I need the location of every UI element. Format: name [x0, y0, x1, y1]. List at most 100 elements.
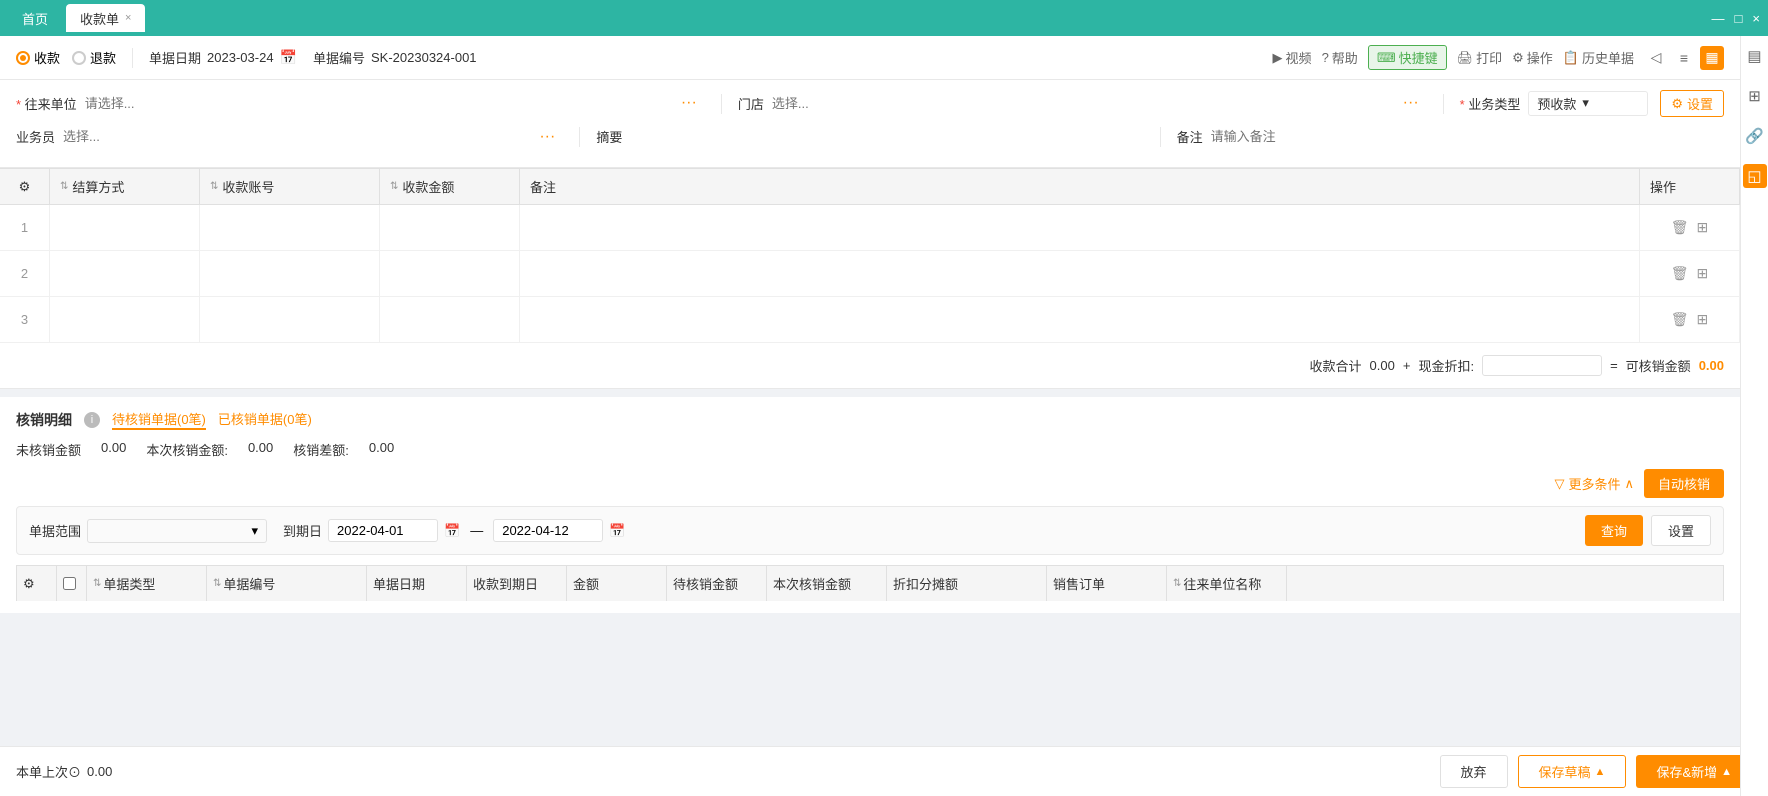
row-1-account[interactable] [200, 205, 380, 250]
radio-receipt-dot [16, 51, 30, 65]
date-label: 到期日 [283, 521, 322, 540]
sidebar-icon-2[interactable]: ⊞ [1743, 84, 1767, 108]
row-3-amount[interactable] [380, 297, 520, 342]
notes-input[interactable] [1209, 125, 1724, 148]
sub-th-date: 单据日期 [367, 566, 467, 601]
tab-receipt-close[interactable]: × [125, 12, 131, 24]
discount-input[interactable] [1482, 355, 1602, 376]
row-1-settlement[interactable] [50, 205, 200, 250]
store-label: 门店 [738, 94, 764, 113]
window-restore[interactable]: □ [1735, 11, 1743, 26]
tab-pending[interactable]: 待核销单据(0笔) [112, 409, 206, 430]
row-2-account[interactable] [200, 251, 380, 296]
discard-btn[interactable]: 放弃 [1440, 755, 1508, 788]
row-2-delete-icon[interactable]: 🗑 [1671, 265, 1689, 282]
reconcile-filter: ▽ 更多条件 ∧ 自动核销 [16, 469, 1724, 498]
sidebar-icon-1[interactable]: ▤ [1743, 44, 1767, 68]
reconcile-info-icon[interactable]: i [84, 412, 100, 428]
row-2-notes[interactable] [520, 251, 1640, 296]
sub-sales-order-label: 销售订单 [1053, 574, 1105, 593]
help-icon: ? [1322, 50, 1329, 65]
form-settings-btn[interactable]: ⚙ 设置 [1660, 90, 1724, 117]
sort-icon-settlement: ⇅ [60, 181, 68, 192]
save-new-btn[interactable]: 保存&新增 ▲ [1636, 755, 1752, 788]
range-select[interactable]: ▾ [87, 519, 267, 543]
store-more-icon[interactable]: ··· [1403, 94, 1419, 112]
table-row: 3 🗑 ⊞ [0, 297, 1740, 343]
table-row: 1 🗑 ⊞ [0, 205, 1740, 251]
window-minimize[interactable]: — [1712, 11, 1725, 26]
row-2-amount[interactable] [380, 251, 520, 296]
row-3-copy-icon[interactable]: ⊞ [1697, 311, 1709, 328]
business-type-field: 业务类型 预收款 ▾ [1460, 91, 1649, 117]
history-label: 历史单据 [1582, 48, 1634, 67]
staff-more-icon[interactable]: ··· [539, 128, 555, 146]
shortcut-btn[interactable]: ⌨ 快捷键 [1368, 45, 1447, 70]
date-to-input[interactable] [493, 519, 603, 542]
row-3-delete-icon[interactable]: 🗑 [1671, 311, 1689, 328]
sidebar-icon-3[interactable]: 🔗 [1743, 124, 1767, 148]
video-icon: ▶ [1273, 50, 1283, 66]
calendar-icon[interactable]: 📅 [280, 49, 297, 66]
layout-icon-grid[interactable]: ▦ [1700, 46, 1724, 70]
sub-th-settings[interactable]: ⚙ [17, 566, 57, 601]
staff-input[interactable] [61, 125, 533, 148]
partner-input[interactable] [83, 92, 675, 115]
operation-btn[interactable]: ⚙ 操作 [1512, 48, 1553, 67]
query-btn[interactable]: 查询 [1585, 515, 1643, 546]
print-btn[interactable]: 🖨 打印 [1457, 48, 1503, 67]
th-amount-label: 收款金额 [402, 177, 454, 196]
th-settings[interactable]: ⚙ [0, 169, 50, 204]
date-value[interactable]: 2023-03-24 [207, 50, 274, 65]
partner-more-icon[interactable]: ··· [681, 94, 697, 112]
row-3-notes[interactable] [520, 297, 1640, 342]
sub-sort-number: ⇅ [213, 578, 221, 589]
discard-label: 放弃 [1461, 765, 1487, 780]
sub-th-amount: 金额 [567, 566, 667, 601]
radio-refund[interactable]: 退款 [72, 48, 116, 67]
calendar-from-icon[interactable]: 📅 [444, 523, 460, 539]
net-value: 0.00 [1699, 358, 1724, 373]
video-btn[interactable]: ▶ 视频 [1273, 48, 1312, 67]
row-2-settlement[interactable] [50, 251, 200, 296]
row-3-account[interactable] [200, 297, 380, 342]
chevron-up-icon: ∧ [1624, 476, 1634, 492]
sub-amount-label: 金额 [573, 574, 599, 593]
window-close[interactable]: × [1752, 11, 1760, 26]
help-btn[interactable]: ? 帮助 [1322, 48, 1358, 67]
business-type-select[interactable]: 预收款 ▾ [1528, 91, 1648, 116]
row-2-copy-icon[interactable]: ⊞ [1697, 265, 1709, 282]
row-3-settlement[interactable] [50, 297, 200, 342]
date-from-input[interactable] [328, 519, 438, 542]
radio-receipt[interactable]: 收款 [16, 48, 60, 67]
save-draft-btn[interactable]: 保存草稿 ▲ [1518, 755, 1627, 788]
more-conditions-btn[interactable]: ▽ 更多条件 ∧ [1554, 474, 1634, 493]
row-1-copy-icon[interactable]: ⊞ [1697, 219, 1709, 236]
row-1-amount[interactable] [380, 205, 520, 250]
operation-icon: ⚙ [1512, 50, 1524, 66]
calendar-to-icon[interactable]: 📅 [609, 523, 625, 539]
net-label: 可核销金额 [1626, 356, 1691, 375]
print-icon: 🖨 [1457, 50, 1474, 66]
sub-th-check[interactable] [57, 566, 87, 601]
tab-done[interactable]: 已核销单据(0笔) [218, 409, 312, 430]
filter-settings-btn[interactable]: 设置 [1651, 515, 1711, 546]
sidebar-icon-4[interactable]: ◱ [1743, 164, 1767, 188]
history-btn[interactable]: 📋 历史单据 [1563, 48, 1634, 67]
row-1-delete-icon[interactable]: 🗑 [1671, 219, 1689, 236]
settings-gear-icon: ⚙ [1671, 96, 1683, 112]
tab-receipt[interactable]: 收款单 × [66, 4, 145, 32]
number-value[interactable]: SK-20230324-001 [371, 50, 477, 65]
layout-icon-list[interactable]: ≡ [1672, 46, 1696, 70]
tab-home[interactable]: 首页 [8, 4, 62, 32]
summary-input[interactable] [628, 125, 1143, 148]
settings-label: 设置 [1687, 94, 1713, 113]
store-input[interactable] [770, 92, 1397, 115]
auto-reconcile-btn[interactable]: 自动核销 [1644, 469, 1724, 498]
th-amount: ⇅ 收款金额 [380, 169, 520, 204]
sub-table-header: ⚙ ⇅ 单据类型 ⇅ 单据编号 单据日期 收款到期日 金额 [16, 565, 1724, 601]
date-field: 到期日 📅 — 📅 [283, 519, 625, 542]
layout-icon-1[interactable]: ◁ [1644, 46, 1668, 70]
sub-check-all[interactable] [63, 577, 76, 590]
row-1-notes[interactable] [520, 205, 1640, 250]
